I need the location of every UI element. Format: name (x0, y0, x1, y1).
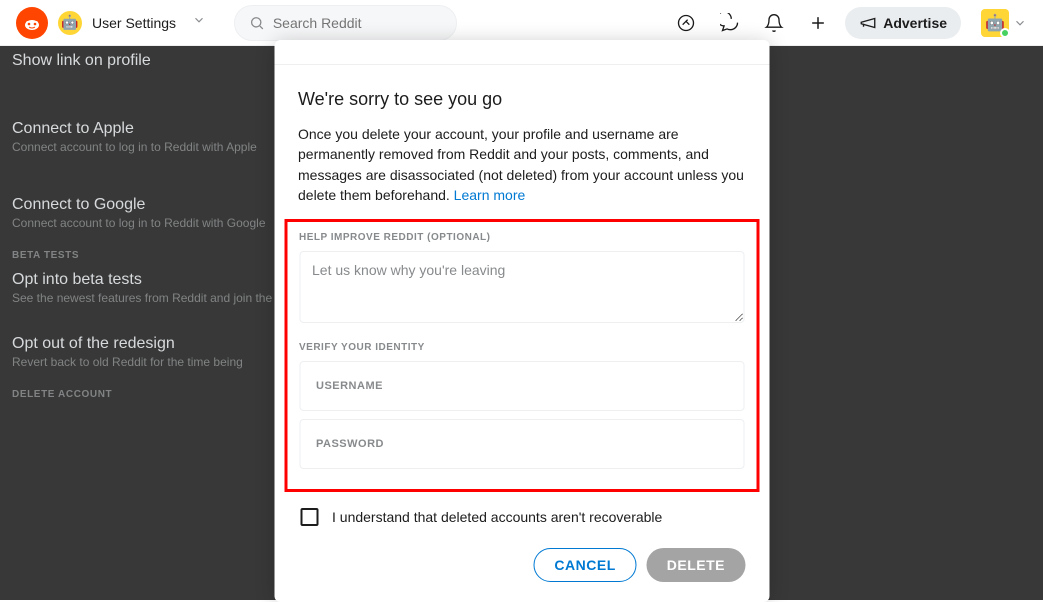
modal-title: We're sorry to see you go (298, 89, 745, 110)
settings-background: Show link on profile Connect to AppleCon… (0, 46, 300, 416)
confirm-checkbox[interactable] (300, 508, 318, 526)
reddit-logo-icon[interactable] (16, 7, 48, 39)
confirm-label: I understand that deleted accounts aren'… (332, 509, 662, 525)
notifications-icon[interactable] (757, 6, 791, 40)
delete-account-modal: We're sorry to see you go Once you delet… (274, 40, 769, 602)
search-icon (249, 14, 265, 32)
page-title: User Settings (92, 15, 176, 31)
help-section-label: HELP IMPROVE REDDIT (OPTIONAL) (299, 232, 744, 243)
megaphone-icon (859, 14, 877, 32)
learn-more-link[interactable]: Learn more (454, 187, 526, 203)
online-status-icon (1000, 28, 1010, 38)
user-menu[interactable]: 🤖 (981, 9, 1027, 37)
search-input[interactable] (273, 15, 442, 31)
advertise-button[interactable]: Advertise (845, 7, 961, 39)
delete-button[interactable]: DELETE (647, 548, 745, 582)
create-post-icon[interactable] (801, 6, 835, 40)
leaving-reason-input[interactable] (299, 251, 744, 323)
verify-section-label: VERIFY YOUR IDENTITY (299, 342, 744, 353)
password-field[interactable] (299, 419, 744, 469)
modal-description: Once you delete your account, your profi… (298, 124, 745, 205)
form-highlight-box: HELP IMPROVE REDDIT (OPTIONAL) VERIFY YO… (284, 219, 759, 492)
username-field[interactable] (299, 361, 744, 411)
avatar-icon: 🤖 (58, 11, 82, 35)
chat-icon[interactable] (713, 6, 747, 40)
advertise-label: Advertise (883, 15, 947, 31)
popular-icon[interactable] (669, 6, 703, 40)
search-bar[interactable] (234, 5, 457, 41)
avatar: 🤖 (981, 9, 1009, 37)
chevron-down-icon (1013, 16, 1027, 30)
cancel-button[interactable]: CANCEL (533, 548, 636, 582)
chevron-down-icon[interactable] (192, 13, 206, 32)
